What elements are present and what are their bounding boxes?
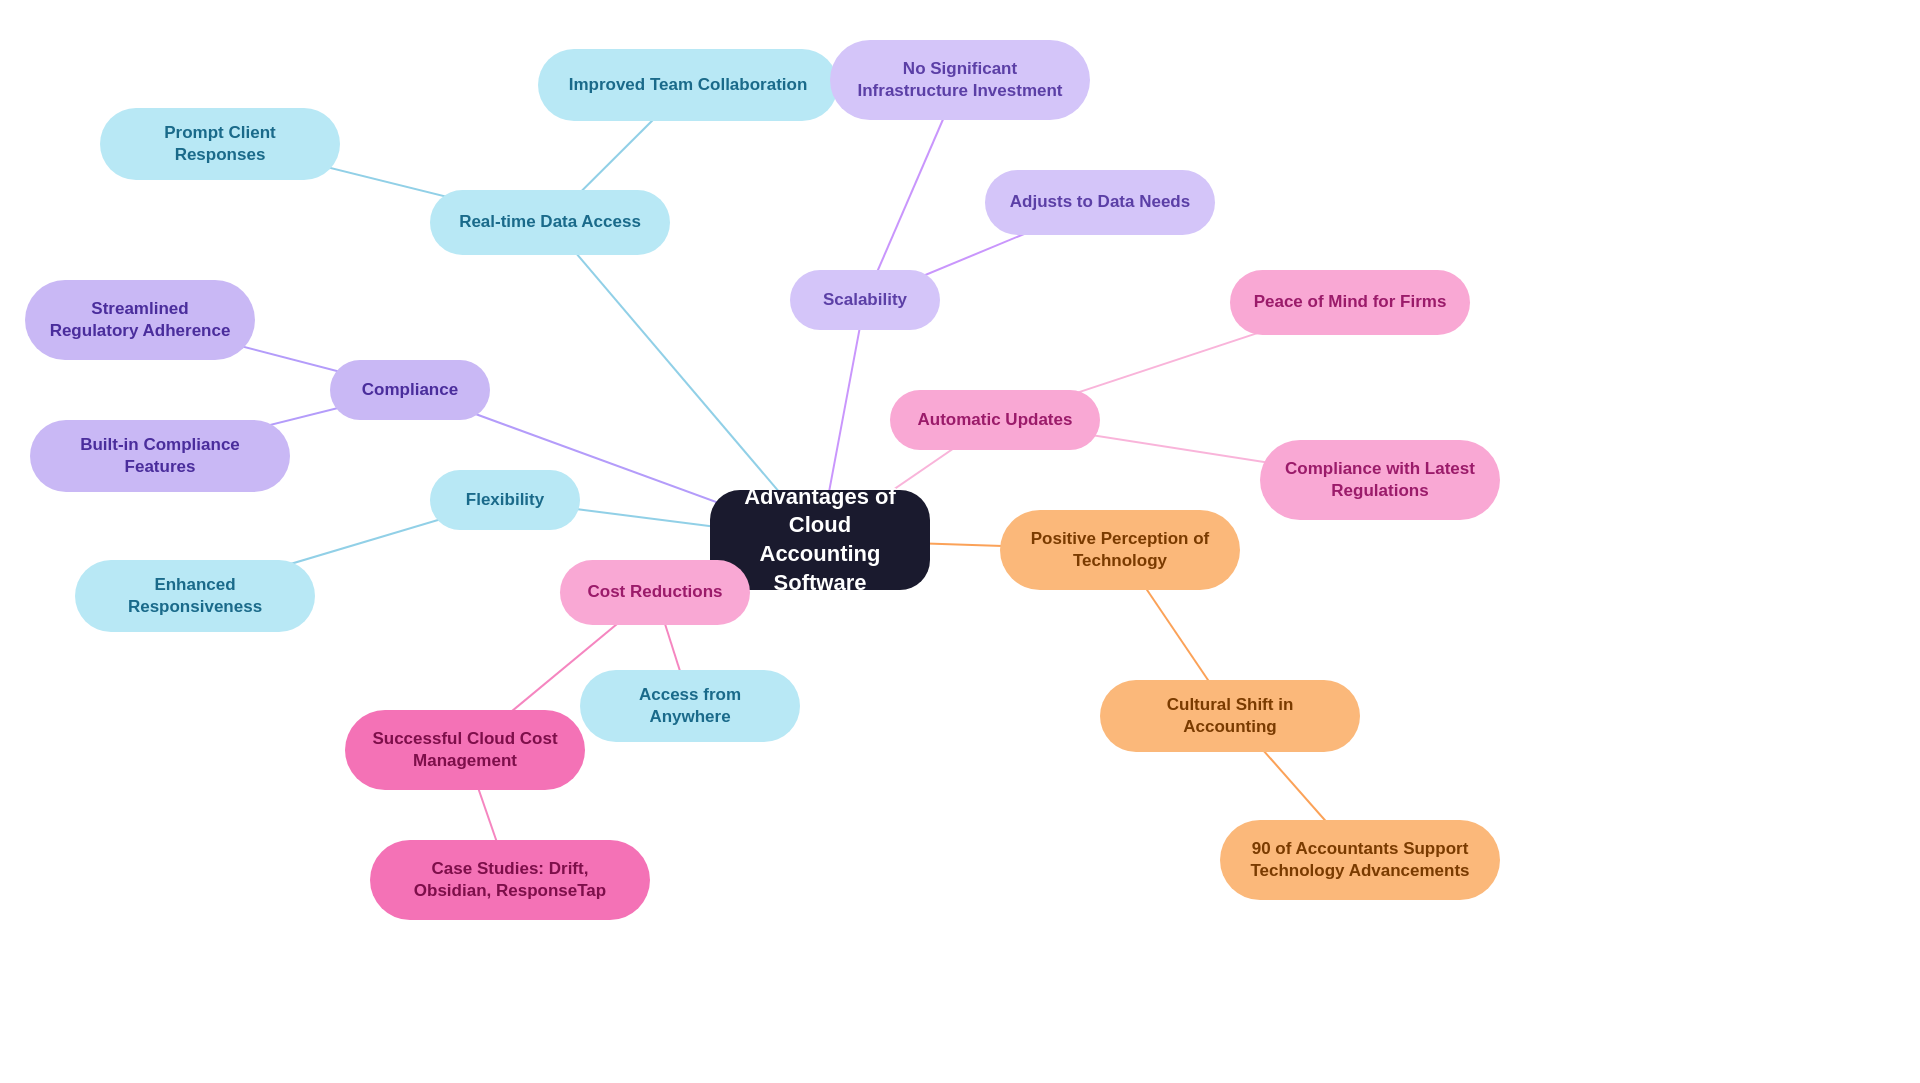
access-anywhere-node: Access from Anywhere [580,670,800,742]
no-infra-node: No Significant Infrastructure Investment [830,40,1090,120]
enhanced-resp-node: Enhanced Responsiveness [75,560,315,632]
automatic-updates-node: Automatic Updates [890,390,1100,450]
streamlined-reg-node: Streamlined Regulatory Adherence [25,280,255,360]
real-time-data-node: Real-time Data Access [430,190,670,255]
improved-team-collab-node: Improved Team Collaboration [538,49,838,121]
adjusts-data-node: Adjusts to Data Needs [985,170,1215,235]
cultural-shift-node: Cultural Shift in Accounting [1100,680,1360,752]
case-studies-node: Case Studies: Drift, Obsidian, ResponseT… [370,840,650,920]
compliance-latest-node: Compliance with Latest Regulations [1260,440,1500,520]
flexibility-node: Flexibility [430,470,580,530]
scalability-node: Scalability [790,270,940,330]
successful-cloud-node: Successful Cloud Cost Management [345,710,585,790]
positive-perception-node: Positive Perception of Technology [1000,510,1240,590]
peace-of-mind-node: Peace of Mind for Firms [1230,270,1470,335]
mindmap-container: Advantages of Cloud Accounting SoftwareI… [0,0,1920,1083]
prompt-client-node: Prompt Client Responses [100,108,340,180]
cost-reductions-node: Cost Reductions [560,560,750,625]
builtin-compliance-node: Built-in Compliance Features [30,420,290,492]
compliance-node: Compliance [330,360,490,420]
90-accountants-node: 90 of Accountants Support Technology Adv… [1220,820,1500,900]
